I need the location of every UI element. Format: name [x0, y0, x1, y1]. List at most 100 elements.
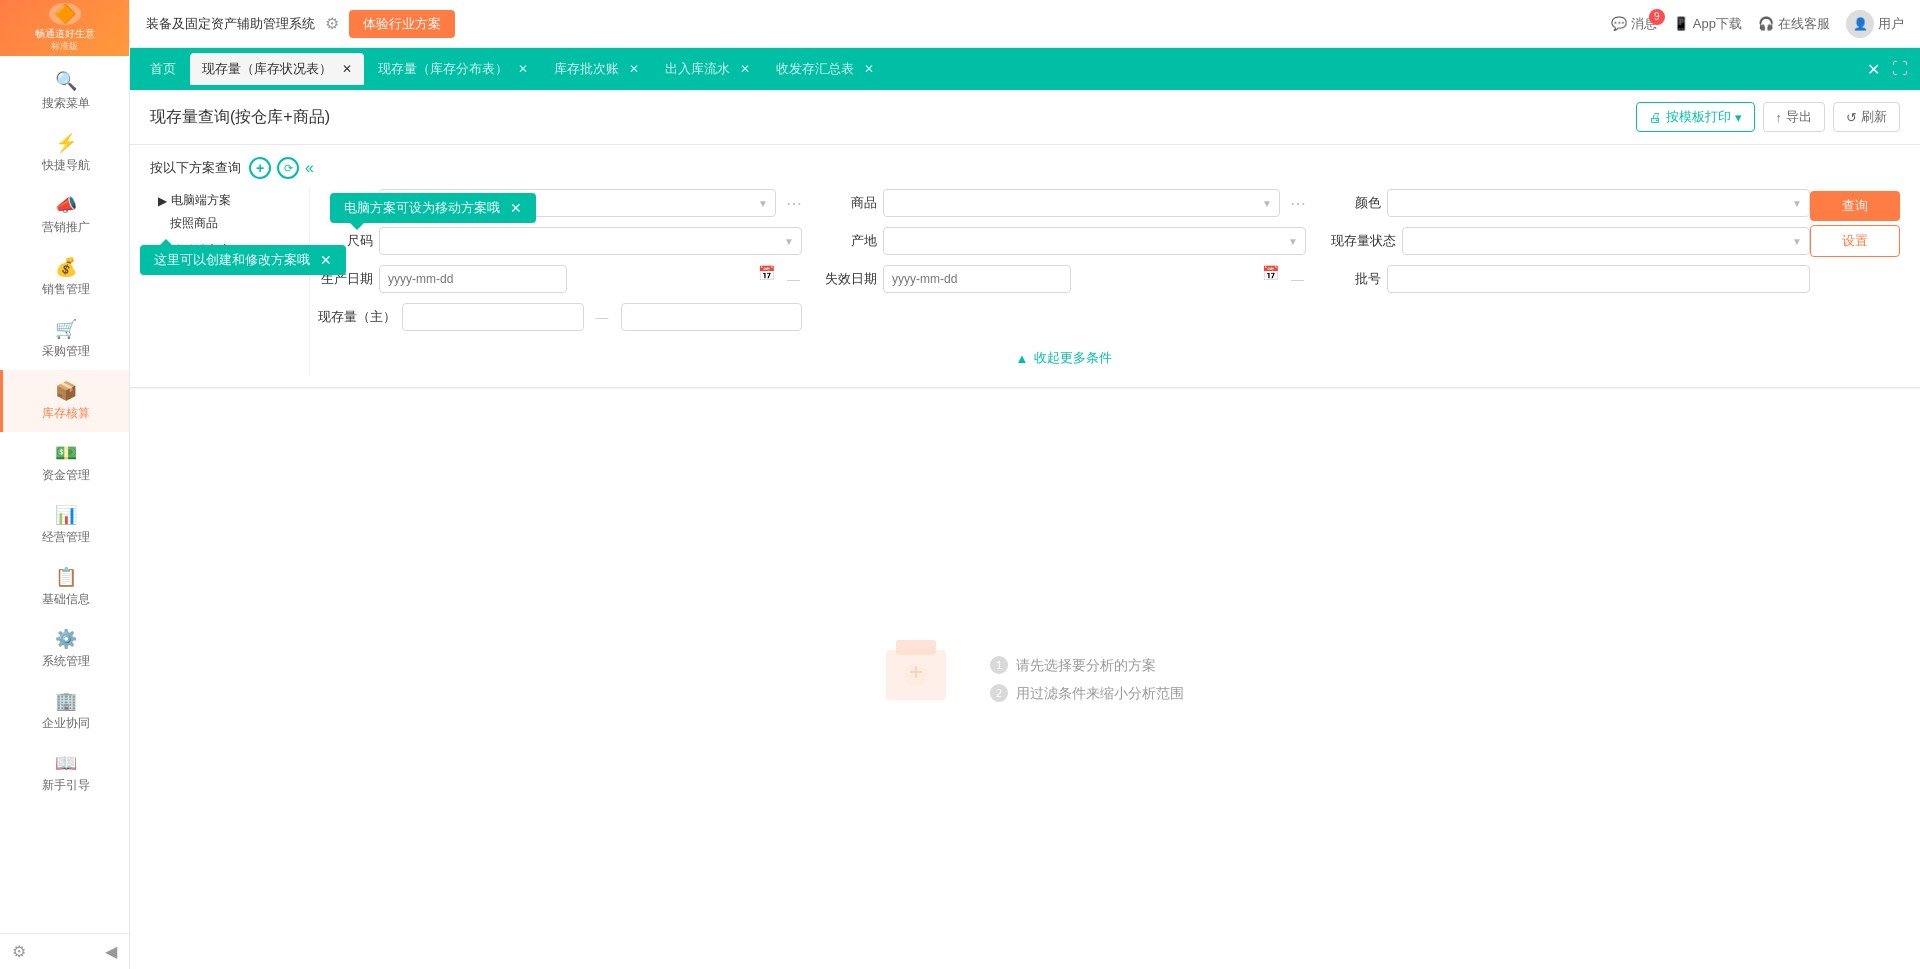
color-select[interactable]: [1387, 189, 1810, 217]
actions-col: 查询 设置: [1810, 189, 1900, 375]
stock-main-end-control: [621, 303, 803, 331]
page-actions: 🖨 按模板打印 ▾ ↑ 导出 ↺ 刷新: [1636, 102, 1901, 132]
tooltip-scheme-hint-close[interactable]: ✕: [510, 200, 522, 216]
app-download-label: App下载: [1693, 15, 1742, 33]
logo-icon: 🔶: [49, 3, 81, 25]
sidebar-item-inventory-label: 库存核算: [42, 405, 90, 422]
origin-control: ▼: [883, 227, 1306, 255]
sidebar-item-sales-label: 销售管理: [42, 281, 90, 298]
app-download-item[interactable]: 📱 App下载: [1673, 15, 1742, 33]
produce-date-start-cal[interactable]: 📅: [758, 265, 775, 281]
refresh-button[interactable]: ↺ 刷新: [1833, 102, 1900, 132]
stock-main-label: 现存量（主）: [318, 308, 396, 326]
tab-batch[interactable]: 库存批次账 ✕: [542, 53, 651, 85]
sidebar-item-enterprise[interactable]: 🏢 企业协同: [0, 680, 129, 742]
scheme-group-desktop[interactable]: ▶ 电脑端方案: [150, 189, 301, 212]
filter-section: 按以下方案查询 + ⟳ « 电脑方案可设为移动方案哦 ✕: [130, 145, 1920, 388]
filter-produce-date-row: 生产日期 📅 —: [318, 265, 802, 293]
goods-dots[interactable]: ⋯: [1290, 194, 1306, 213]
tab-flow-close[interactable]: ✕: [740, 62, 750, 76]
tab-inventory-dist[interactable]: 现存量（库存分布表） ✕: [366, 53, 540, 85]
batch-input[interactable]: [1387, 265, 1810, 293]
tab-flow[interactable]: 出入库流水 ✕: [653, 53, 762, 85]
finance-icon: 💵: [55, 442, 77, 464]
filter-color-row: 颜色 ▼: [1326, 189, 1810, 217]
sidebar-item-quicknav[interactable]: ⚡ 快捷导航: [0, 122, 129, 184]
sidebar-item-search[interactable]: 🔍 搜索菜单: [0, 60, 129, 122]
produce-date-start[interactable]: [379, 265, 567, 293]
tab-batch-close[interactable]: ✕: [629, 62, 639, 76]
tab-close-all-icon[interactable]: ✕: [1863, 56, 1884, 83]
header-left: 装备及固定资产辅助管理系统 ⚙ 体验行业方案: [146, 10, 455, 38]
step1-text: 请先选择要分析的方案: [1016, 651, 1156, 679]
chevron-right-icon: ▶: [158, 194, 167, 208]
batch-label: 批号: [1326, 270, 1381, 288]
message-icon: 💬: [1611, 16, 1627, 31]
stock-main-control: [402, 303, 584, 331]
sidebar-nav: 🔍 搜索菜单 ⚡ 快捷导航 📣 营销推广 💰 销售管理 🛒 采购管理 📦 库存核…: [0, 56, 129, 933]
tab-inventory-status-label: 现存量（库存状况表）: [202, 60, 332, 78]
phone-icon: 📱: [1673, 16, 1689, 31]
tooltip-create-scheme-close[interactable]: ✕: [320, 252, 332, 268]
message-item[interactable]: 💬 消息 9: [1611, 15, 1657, 33]
sidebar-item-basic[interactable]: 📋 基础信息: [0, 556, 129, 618]
expire-date-start-cal[interactable]: 📅: [1262, 265, 1279, 281]
origin-label: 产地: [822, 232, 877, 250]
scheme-child-goods[interactable]: 按照商品: [150, 212, 301, 235]
header-settings-icon[interactable]: ⚙: [325, 14, 339, 33]
tab-inventory-status-close[interactable]: ✕: [342, 62, 352, 76]
reset-button[interactable]: 设置: [1810, 225, 1900, 257]
goods-select[interactable]: [883, 189, 1280, 217]
tab-flow-label: 出入库流水: [665, 60, 730, 78]
sidebar-item-purchase[interactable]: 🛒 采购管理: [0, 308, 129, 370]
sidebar-item-sales[interactable]: 💰 销售管理: [0, 246, 129, 308]
goods-control: ▼: [883, 189, 1280, 217]
collapse-btn[interactable]: ▲ 收起更多条件: [318, 341, 1810, 375]
sidebar-item-marketing[interactable]: 📣 营销推广: [0, 184, 129, 246]
tab-inventory-status[interactable]: 现存量（库存状况表） ✕: [190, 53, 364, 85]
warehouse-dots[interactable]: ⋯: [786, 194, 802, 213]
stock-main-start[interactable]: [402, 303, 584, 331]
expire-date-start[interactable]: [883, 265, 1071, 293]
empty-icon: [866, 620, 966, 739]
tab-inventory-dist-label: 现存量（库存分布表）: [378, 60, 508, 78]
main-area: 装备及固定资产辅助管理系统 ⚙ 体验行业方案 💬 消息 9 📱 App下载 🎧 …: [130, 0, 1920, 969]
sidebar-item-guide[interactable]: 📖 新手引导: [0, 742, 129, 804]
origin-select[interactable]: [883, 227, 1306, 255]
sidebar-item-operations[interactable]: 📊 经营管理: [0, 494, 129, 556]
template-print-button[interactable]: 🖨 按模板打印 ▾: [1636, 102, 1755, 132]
sidebar-item-quicknav-label: 快捷导航: [42, 157, 90, 174]
tooltip-scheme-hint: 电脑方案可设为移动方案哦 ✕: [330, 193, 536, 223]
sidebar-footer: ⚙ ◀: [0, 933, 129, 969]
settings-footer-icon[interactable]: ⚙: [12, 942, 26, 961]
size-select[interactable]: [379, 227, 802, 255]
tab-summary[interactable]: 收发存汇总表 ✕: [764, 53, 886, 85]
query-button[interactable]: 查询: [1810, 191, 1900, 221]
edit-scheme-button[interactable]: ⟳: [277, 157, 299, 179]
tab-summary-close[interactable]: ✕: [864, 62, 874, 76]
tab-inventory-dist-close[interactable]: ✕: [518, 62, 528, 76]
sales-icon: 💰: [55, 256, 77, 278]
export-button[interactable]: ↑ 导出: [1763, 102, 1826, 132]
tabs-bar: 首页 现存量（库存状况表） ✕ 现存量（库存分布表） ✕ 库存批次账 ✕ 出入库…: [130, 48, 1920, 90]
basic-icon: 📋: [55, 566, 77, 588]
sidebar-item-finance-label: 资金管理: [42, 467, 90, 484]
expire-date-wrap: 📅 —: [883, 265, 1306, 293]
online-service-item[interactable]: 🎧 在线客服: [1758, 15, 1830, 33]
stock-main-end[interactable]: [621, 303, 803, 331]
add-scheme-button[interactable]: +: [249, 157, 271, 179]
tooltip2-arrow-up: [160, 239, 172, 245]
filter-label: 按以下方案查询: [150, 159, 241, 177]
color-label: 颜色: [1326, 194, 1381, 212]
user-item[interactable]: 👤 用户: [1846, 10, 1904, 38]
collapse-sidebar-icon[interactable]: ◀: [105, 942, 117, 961]
sidebar-item-inventory[interactable]: 📦 库存核算: [0, 370, 129, 432]
experience-button[interactable]: 体验行业方案: [349, 10, 455, 38]
tab-fullscreen-icon[interactable]: ⛶: [1888, 56, 1912, 83]
prev-scheme-button[interactable]: «: [305, 159, 314, 177]
sidebar-item-finance[interactable]: 💵 资金管理: [0, 432, 129, 494]
status-select[interactable]: [1402, 227, 1810, 255]
sidebar-item-system[interactable]: ⚙️ 系统管理: [0, 618, 129, 680]
tab-home[interactable]: 首页: [138, 53, 188, 85]
online-service-label: 在线客服: [1778, 15, 1830, 33]
